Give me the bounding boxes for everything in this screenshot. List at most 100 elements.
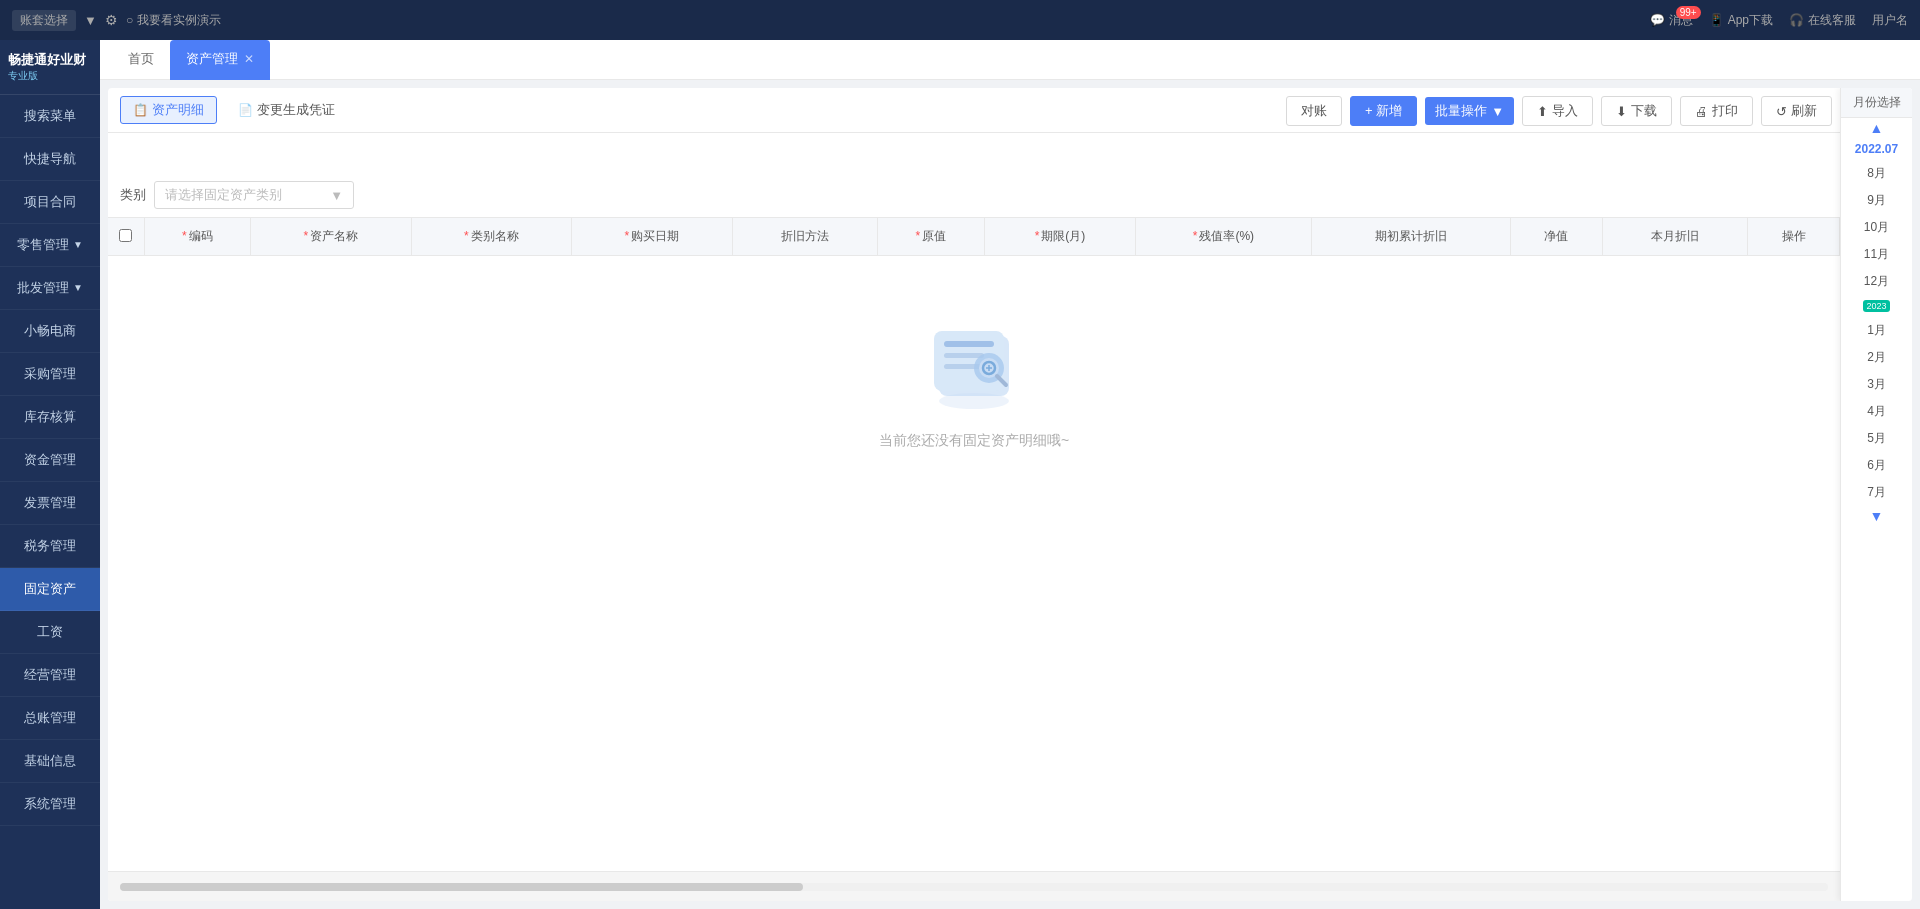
sub-tab-detail-label: 资产明细: [152, 101, 204, 119]
month-4[interactable]: 4月: [1841, 398, 1912, 425]
year-2023-badge: 2023: [1863, 300, 1889, 312]
col-code: *编码: [144, 218, 251, 256]
month-3[interactable]: 3月: [1841, 371, 1912, 398]
category-select-arrow-icon: ▼: [330, 188, 343, 203]
table-area: *编码 *资产名称 *类别名称 *购买日期 折旧方法 *原值 *期限(月) *残…: [108, 218, 1840, 871]
month-11[interactable]: 11月: [1841, 241, 1912, 268]
account-title[interactable]: 账套选择: [12, 10, 76, 31]
sidebar-item-finance[interactable]: 资金管理: [0, 439, 100, 482]
message-icon: 💬: [1650, 13, 1665, 27]
month-9[interactable]: 9月: [1841, 187, 1912, 214]
month-panel-header: 月份选择: [1841, 88, 1912, 118]
sub-tabs: 📋 资产明细 📄 变更生成凭证 对账 + 新增 批量操作 ▼ ⬆ 导入: [108, 88, 1912, 133]
month-nav-down[interactable]: ▼: [1841, 506, 1912, 526]
col-category: *类别名称: [411, 218, 571, 256]
category-select[interactable]: 请选择固定资产类别 ▼: [154, 181, 354, 209]
add-button[interactable]: + 新增: [1350, 96, 1417, 126]
tab-home[interactable]: 首页: [112, 40, 170, 80]
scrollbar-thumb: [120, 883, 803, 891]
empty-illustration: [914, 316, 1034, 416]
svg-rect-3: [944, 341, 994, 347]
inner-page: 📋 资产明细 📄 变更生成凭证 对账 + 新增 批量操作 ▼ ⬆ 导入: [108, 88, 1912, 901]
bottom-bar: [108, 871, 1840, 901]
month-7[interactable]: 7月: [1841, 479, 1912, 506]
message-badge: 99+: [1676, 6, 1701, 19]
col-residual-rate: *残值率(%): [1136, 218, 1311, 256]
top-bar-right: 💬 消息 99+ 📱 App下载 🎧 在线客服 用户名: [1650, 12, 1908, 29]
sub-tab-voucher-label: 变更生成凭证: [257, 101, 335, 119]
month-5[interactable]: 5月: [1841, 425, 1912, 452]
sidebar-item-salary[interactable]: 工资: [0, 611, 100, 654]
sidebar-item-ledger[interactable]: 总账管理: [0, 697, 100, 740]
month-nav-up[interactable]: ▲: [1841, 118, 1912, 138]
content-area: 首页 资产管理 ✕ 📋 资产明细 📄 变更生成凭证 对账: [100, 40, 1920, 909]
month-12[interactable]: 12月: [1841, 268, 1912, 295]
refresh-button[interactable]: ↺ 刷新: [1761, 96, 1832, 126]
sub-tab-detail[interactable]: 📋 资产明细: [120, 96, 217, 124]
voucher-icon: 📄: [238, 103, 253, 117]
sidebar-item-basic[interactable]: 基础信息: [0, 740, 100, 783]
sidebar-item-search[interactable]: 搜索菜单: [0, 95, 100, 138]
assets-table: *编码 *资产名称 *类别名称 *购买日期 折旧方法 *原值 *期限(月) *残…: [108, 218, 1840, 256]
col-purchase-date: *购买日期: [572, 218, 732, 256]
month-2[interactable]: 2月: [1841, 344, 1912, 371]
settings-icon[interactable]: ⚙: [105, 12, 118, 28]
filter-category-label: 类别: [120, 186, 146, 204]
select-all-checkbox[interactable]: [119, 229, 132, 242]
month-6[interactable]: 6月: [1841, 452, 1912, 479]
sidebar-item-tax[interactable]: 税务管理: [0, 525, 100, 568]
print-button[interactable]: 🖨 打印: [1680, 96, 1753, 126]
table-header-row: *编码 *资产名称 *类别名称 *购买日期 折旧方法 *原值 *期限(月) *残…: [108, 218, 1840, 256]
select-all-th: [108, 218, 144, 256]
sidebar-item-system[interactable]: 系统管理: [0, 783, 100, 826]
col-action: 操作: [1748, 218, 1840, 256]
sidebar-item-purchase[interactable]: 采购管理: [0, 353, 100, 396]
sidebar-item-invoice[interactable]: 发票管理: [0, 482, 100, 525]
sidebar-item-inventory[interactable]: 库存核算: [0, 396, 100, 439]
import-button[interactable]: ⬆ 导入: [1522, 96, 1593, 126]
account-dropdown-icon[interactable]: ▼: [84, 13, 97, 28]
col-monthly-depreciation: 本月折旧: [1602, 218, 1748, 256]
tab-assets-label: 资产管理: [186, 50, 238, 68]
sidebar-item-quicknav[interactable]: 快捷导航: [0, 138, 100, 181]
message-button[interactable]: 💬 消息 99+: [1650, 12, 1693, 29]
batch-button[interactable]: 批量操作 ▼: [1425, 97, 1514, 125]
top-bar: 账套选择 ▼ ⚙ ○ 我要看实例演示 💬 消息 99+ 📱 App下载 🎧 在线…: [0, 0, 1920, 40]
reconcile-button[interactable]: 对账: [1286, 96, 1342, 126]
tab-assets[interactable]: 资产管理 ✕: [170, 40, 270, 80]
empty-text: 当前您还没有固定资产明细哦~: [879, 432, 1069, 450]
sidebar-item-wholesale[interactable]: 批发管理 ▼: [0, 267, 100, 310]
tab-bar: 首页 资产管理 ✕: [100, 40, 1920, 80]
col-accumulated: 期初累计折旧: [1311, 218, 1510, 256]
month-8[interactable]: 8月: [1841, 160, 1912, 187]
col-period: *期限(月): [984, 218, 1135, 256]
batch-dropdown-icon: ▼: [1491, 104, 1504, 119]
import-icon: ⬆: [1537, 104, 1548, 119]
detail-icon: 📋: [133, 103, 148, 117]
customer-service-button[interactable]: 🎧 在线客服: [1789, 12, 1856, 29]
download-button[interactable]: ⬇ 下载: [1601, 96, 1672, 126]
month-10[interactable]: 10月: [1841, 214, 1912, 241]
brand: 畅捷通好业财 专业版: [0, 40, 100, 95]
sidebar-item-contract[interactable]: 项目合同: [0, 181, 100, 224]
sidebar-item-operations[interactable]: 经营管理: [0, 654, 100, 697]
svg-rect-4: [944, 353, 984, 358]
top-bar-left: 账套选择 ▼ ⚙ ○ 我要看实例演示: [12, 10, 1640, 31]
sidebar: 畅捷通好业财 专业版 搜索菜单 快捷导航 项目合同 零售管理 ▼ 批发管理 ▼ …: [0, 40, 100, 909]
demo-link[interactable]: ○ 我要看实例演示: [126, 12, 221, 29]
empty-state: 当前您还没有固定资产明细哦~: [108, 256, 1840, 510]
main-layout: 畅捷通好业财 专业版 搜索菜单 快捷导航 项目合同 零售管理 ▼ 批发管理 ▼ …: [0, 40, 1920, 909]
user-button[interactable]: 用户名: [1872, 12, 1908, 29]
app-download-button[interactable]: 📱 App下载: [1709, 12, 1773, 29]
download-icon: ⬇: [1616, 104, 1627, 119]
tab-close-icon[interactable]: ✕: [244, 52, 254, 66]
refresh-icon: ↺: [1776, 104, 1787, 119]
headset-icon: 🎧: [1789, 13, 1804, 27]
year-2023-badge-row: 2023: [1841, 295, 1912, 317]
sidebar-item-assets[interactable]: 固定资产: [0, 568, 100, 611]
horizontal-scrollbar[interactable]: [120, 883, 1828, 891]
sidebar-item-retail[interactable]: 零售管理 ▼: [0, 224, 100, 267]
sub-tab-voucher[interactable]: 📄 变更生成凭证: [225, 96, 348, 124]
sidebar-item-ecommerce[interactable]: 小畅电商: [0, 310, 100, 353]
month-1[interactable]: 1月: [1841, 317, 1912, 344]
